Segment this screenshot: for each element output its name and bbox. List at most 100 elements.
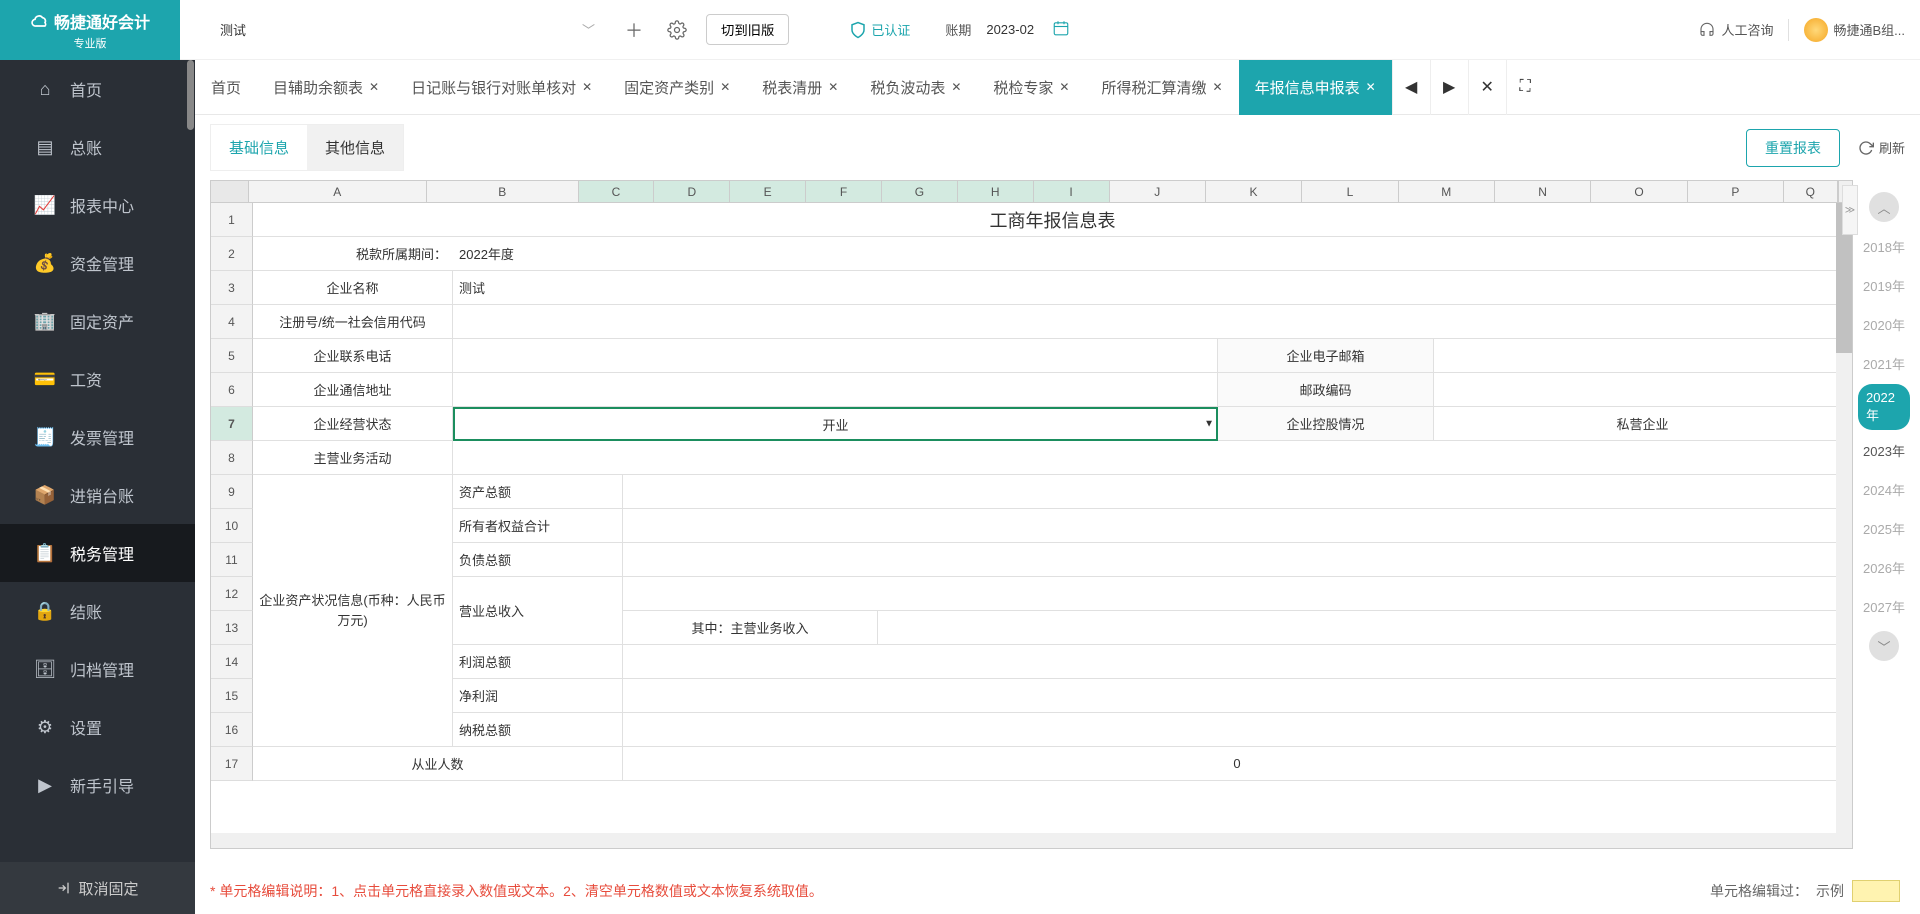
- col-F[interactable]: F: [806, 181, 882, 202]
- sidebar-scrollbar[interactable]: [187, 60, 194, 130]
- cell-A6[interactable]: 企业通信地址: [253, 373, 453, 407]
- tab-3[interactable]: 固定资产类别✕: [608, 60, 746, 115]
- col-N[interactable]: N: [1495, 181, 1591, 202]
- cell-B4[interactable]: [453, 305, 1852, 339]
- close-icon[interactable]: ✕: [951, 80, 961, 94]
- close-icon[interactable]: ✕: [582, 80, 592, 94]
- year-2018[interactable]: 2018年: [1863, 228, 1905, 265]
- cell-A9-merged[interactable]: 企业资产状况信息(币种：人民币万元): [253, 475, 453, 747]
- cell-J6[interactable]: 邮政编码: [1218, 373, 1434, 407]
- cell-L7[interactable]: 私营企业: [1434, 407, 1852, 441]
- close-icon[interactable]: ✕: [369, 80, 379, 94]
- year-down[interactable]: ﹀: [1869, 631, 1899, 661]
- year-2021[interactable]: 2021年: [1863, 345, 1905, 382]
- col-A[interactable]: A: [249, 181, 427, 202]
- close-icon[interactable]: ✕: [1059, 80, 1069, 94]
- year-collapse[interactable]: ≫: [1842, 185, 1858, 235]
- year-2027[interactable]: 2027年: [1863, 588, 1905, 625]
- col-C[interactable]: C: [579, 181, 655, 202]
- col-L[interactable]: L: [1302, 181, 1398, 202]
- row-17[interactable]: 17: [211, 747, 253, 781]
- row-2[interactable]: 2: [211, 237, 253, 271]
- cell-A2[interactable]: 税款所属期间：: [253, 237, 453, 271]
- select-all-corner[interactable]: [211, 181, 249, 202]
- unpin-button[interactable]: 取消固定: [0, 862, 195, 914]
- close-icon[interactable]: ✕: [1213, 80, 1223, 94]
- cell-A8[interactable]: 主营业务活动: [253, 441, 453, 475]
- row-3[interactable]: 3: [211, 271, 253, 305]
- cell-A17[interactable]: 从业人数: [253, 747, 623, 781]
- cell-B6[interactable]: [453, 373, 1218, 407]
- cell-J7[interactable]: 企业控股情况: [1218, 407, 1434, 441]
- cell-B2[interactable]: 2022年度: [453, 237, 623, 271]
- year-2020[interactable]: 2020年: [1863, 306, 1905, 343]
- cell-A7[interactable]: 企业经营状态: [253, 407, 453, 441]
- sidebar-inventory[interactable]: 📦进销台账: [0, 466, 195, 524]
- col-I[interactable]: I: [1034, 181, 1110, 202]
- cell-title[interactable]: 工商年报信息表: [253, 203, 1852, 237]
- year-2019[interactable]: 2019年: [1863, 267, 1905, 304]
- cell-B8[interactable]: [453, 441, 1852, 475]
- cell-B10[interactable]: 所有者权益合计: [453, 509, 623, 543]
- col-P[interactable]: P: [1688, 181, 1784, 202]
- year-2026[interactable]: 2026年: [1863, 549, 1905, 586]
- cell-C13[interactable]: 其中：主营业务收入: [623, 611, 878, 645]
- cell-A4[interactable]: 注册号/统一社会信用代码: [253, 305, 453, 339]
- subtab-basic[interactable]: 基础信息: [211, 125, 307, 170]
- row-9[interactable]: 9: [211, 475, 253, 509]
- sidebar-closing[interactable]: 🔒结账: [0, 582, 195, 640]
- row-11[interactable]: 11: [211, 543, 253, 577]
- sidebar-archive[interactable]: 🗄归档管理: [0, 640, 195, 698]
- tabs-next[interactable]: ▶: [1430, 60, 1468, 115]
- cell-L5[interactable]: [1434, 339, 1852, 373]
- sidebar-ledger[interactable]: ▤总账: [0, 118, 195, 176]
- row-1[interactable]: 1: [211, 203, 253, 237]
- fullscreen-icon[interactable]: ⛶: [1506, 60, 1544, 115]
- reset-button[interactable]: 重置报表: [1746, 129, 1840, 167]
- col-D[interactable]: D: [654, 181, 730, 202]
- cell-L6[interactable]: [1434, 373, 1852, 407]
- subtab-other[interactable]: 其他信息: [307, 125, 403, 170]
- close-icon[interactable]: ✕: [1366, 80, 1376, 94]
- tab-2[interactable]: 日记账与银行对账单核对✕: [395, 60, 608, 115]
- cell-B12[interactable]: 营业总收入: [453, 577, 623, 645]
- tab-5[interactable]: 税负波动表✕: [854, 60, 977, 115]
- row-10[interactable]: 10: [211, 509, 253, 543]
- col-M[interactable]: M: [1399, 181, 1495, 202]
- cell-B3[interactable]: 测试: [453, 271, 1852, 305]
- cell-B11[interactable]: 负债总额: [453, 543, 623, 577]
- col-E[interactable]: E: [730, 181, 806, 202]
- col-K[interactable]: K: [1206, 181, 1302, 202]
- cell-A5[interactable]: 企业联系电话: [253, 339, 453, 373]
- tab-home[interactable]: 首页: [195, 60, 257, 115]
- old-version-button[interactable]: 切到旧版: [706, 14, 789, 45]
- tabs-close-all[interactable]: ✕: [1468, 60, 1506, 115]
- close-icon[interactable]: ✕: [828, 80, 838, 94]
- add-button[interactable]: ＋: [620, 16, 648, 44]
- row-8[interactable]: 8: [211, 441, 253, 475]
- col-O[interactable]: O: [1591, 181, 1687, 202]
- row-12[interactable]: 12: [211, 577, 253, 611]
- tab-4[interactable]: 税表清册✕: [746, 60, 854, 115]
- col-G[interactable]: G: [882, 181, 958, 202]
- tab-8[interactable]: 年报信息申报表✕: [1239, 60, 1392, 115]
- col-J[interactable]: J: [1110, 181, 1206, 202]
- row-16[interactable]: 16: [211, 713, 253, 747]
- sidebar-reports[interactable]: 📈报表中心: [0, 176, 195, 234]
- cell-B16[interactable]: 纳税总额: [453, 713, 623, 747]
- row-7[interactable]: 7: [211, 407, 253, 441]
- dropdown-arrow-icon[interactable]: ▼: [1204, 419, 1214, 430]
- sidebar-salary[interactable]: 💳工资: [0, 350, 195, 408]
- year-2024[interactable]: 2024年: [1863, 471, 1905, 508]
- cell-A3[interactable]: 企业名称: [253, 271, 453, 305]
- sidebar-invoice[interactable]: 🧾发票管理: [0, 408, 195, 466]
- sheet-hscroll[interactable]: [211, 833, 1836, 849]
- row-13[interactable]: 13: [211, 611, 253, 645]
- cell-B15[interactable]: 净利润: [453, 679, 623, 713]
- sidebar-home[interactable]: ⌂首页: [0, 60, 195, 118]
- sidebar-tax[interactable]: 📋税务管理: [0, 524, 195, 582]
- calendar-icon[interactable]: [1052, 19, 1070, 40]
- year-up[interactable]: ︿: [1869, 192, 1899, 222]
- user-menu[interactable]: 畅捷通B组...: [1804, 18, 1905, 42]
- cell-B5[interactable]: [453, 339, 1218, 373]
